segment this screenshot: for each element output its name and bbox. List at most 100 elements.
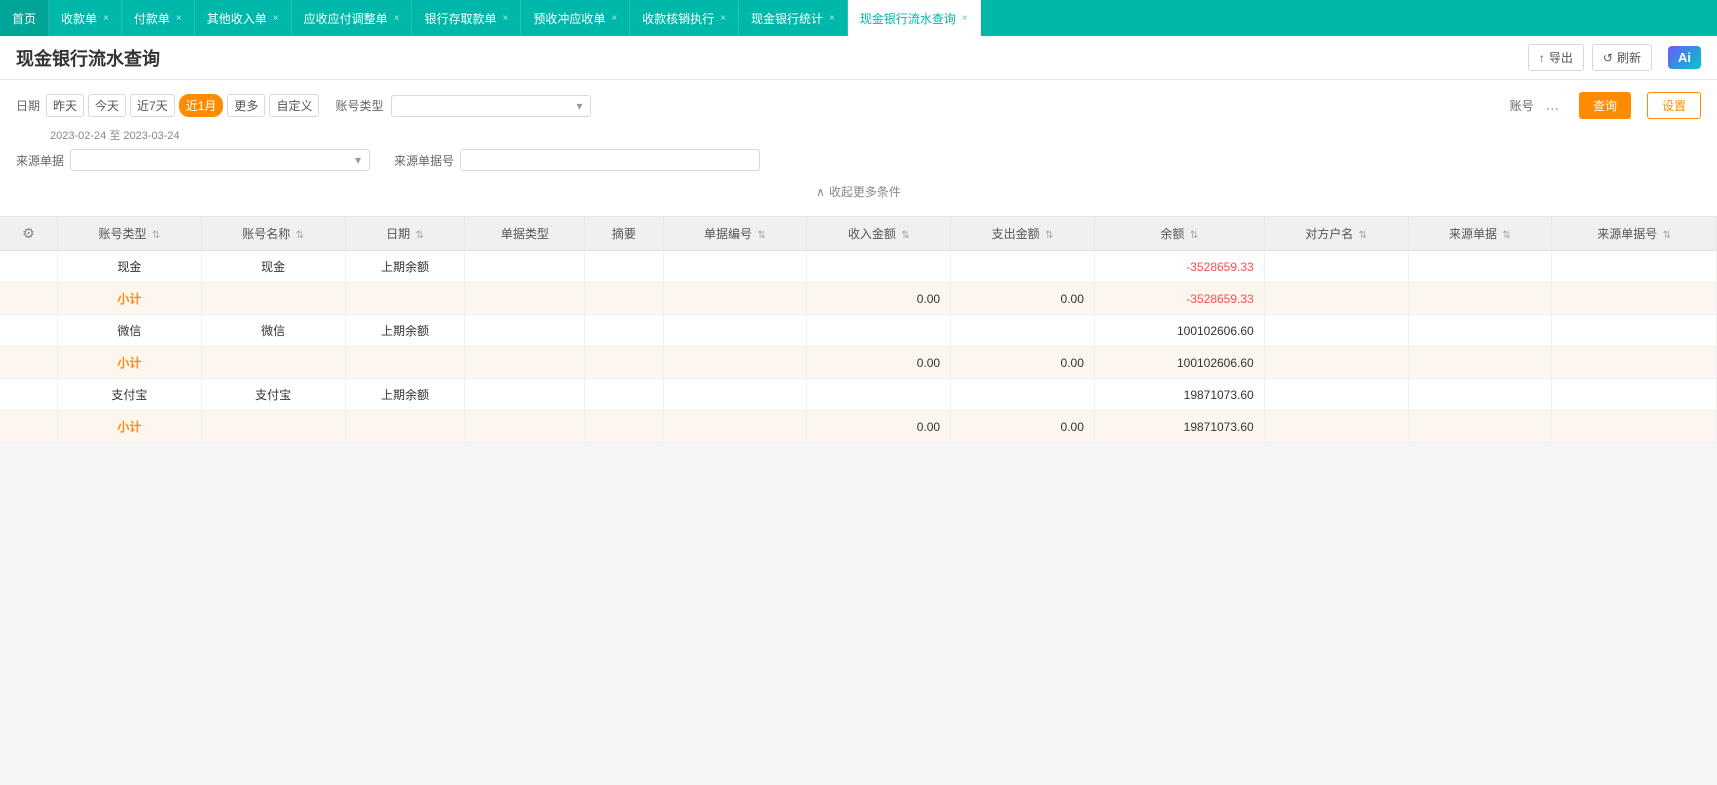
nav-receipt[interactable]: 收款单 × xyxy=(49,0,122,36)
cell-source-doc xyxy=(1408,251,1552,283)
filter-row-2: 来源单据 ▾ 来源单据号 xyxy=(16,149,1701,171)
cell-summary xyxy=(585,315,663,347)
nav-payment-label: 付款单 xyxy=(134,10,170,27)
nav-ar-ap-close[interactable]: × xyxy=(394,13,400,24)
cell-income xyxy=(807,251,951,283)
collapse-bar[interactable]: ∧ 收起更多条件 xyxy=(16,179,1701,204)
sort-icon-source-doc-no[interactable]: ⇅ xyxy=(1663,230,1671,241)
cell-source-doc xyxy=(1408,379,1552,411)
nav-cash-bank-flow[interactable]: 现金银行流水查询 × xyxy=(848,0,981,36)
cell-counterparty xyxy=(1264,411,1408,443)
cell-doc-type xyxy=(465,379,585,411)
cell-expense: 0.00 xyxy=(951,347,1095,379)
table-row[interactable]: 小计 0.00 0.00 19871073.60 xyxy=(0,411,1717,443)
sort-icon-date[interactable]: ⇅ xyxy=(415,230,423,241)
date-btn-1month[interactable]: 近1月 xyxy=(179,94,224,117)
th-balance: 余额 ⇅ xyxy=(1094,217,1264,251)
source-doc-no-input[interactable] xyxy=(460,149,760,171)
sort-icon-expense[interactable]: ⇅ xyxy=(1045,230,1053,241)
nav-other-income-close[interactable]: × xyxy=(273,13,279,24)
nav-collection-exec[interactable]: 收款核销执行 × xyxy=(630,0,739,36)
th-source-doc-label: 来源单据 xyxy=(1449,227,1497,241)
nav-cash-bank-flow-close[interactable]: × xyxy=(962,13,968,24)
cell-income xyxy=(807,379,951,411)
table-row[interactable]: 支付宝 支付宝 上期余额 19871073.60 xyxy=(0,379,1717,411)
sort-icon-account-name[interactable]: ⇅ xyxy=(296,230,304,241)
date-btn-custom[interactable]: 自定义 xyxy=(269,94,319,117)
cell-doc-no xyxy=(663,283,807,315)
page-header: 现金银行流水查询 ↑ 导出 ↺ 刷新 Ai xyxy=(0,36,1717,80)
collapse-label: 收起更多条件 xyxy=(829,183,901,200)
cell-source-doc xyxy=(1408,315,1552,347)
nav-bank-deposit-close[interactable]: × xyxy=(502,13,508,24)
sort-icon-balance[interactable]: ⇅ xyxy=(1190,230,1198,241)
sort-icon-account-type[interactable]: ⇅ xyxy=(152,230,160,241)
nav-advance-offset-close[interactable]: × xyxy=(611,13,617,24)
cell-balance: 100102606.60 xyxy=(1094,315,1264,347)
date-range-display: 2023-02-24 至 2023-03-24 xyxy=(46,127,1701,143)
query-button[interactable]: 查询 xyxy=(1579,92,1631,119)
date-btn-7days[interactable]: 近7天 xyxy=(130,94,175,117)
account-type-select[interactable]: ▾ xyxy=(391,95,591,117)
sort-icon-counterparty[interactable]: ⇅ xyxy=(1359,230,1367,241)
th-doc-no-label: 单据编号 xyxy=(704,227,752,241)
date-buttons: 昨天 今天 近7天 近1月 更多 自定义 xyxy=(46,94,319,117)
cell-date xyxy=(345,347,465,379)
date-btn-yesterday[interactable]: 昨天 xyxy=(46,94,84,117)
cell-gear xyxy=(0,251,57,283)
nav-cash-bank-stat[interactable]: 现金银行统计 × xyxy=(739,0,848,36)
nav-home[interactable]: 首页 xyxy=(0,0,49,36)
th-summary: 摘要 xyxy=(585,217,663,251)
settings-button[interactable]: 设置 xyxy=(1647,92,1701,119)
source-doc-select[interactable]: ▾ xyxy=(70,149,370,171)
nav-receipt-close[interactable]: × xyxy=(103,13,109,24)
table-gear-icon[interactable]: ⚙ xyxy=(22,225,35,241)
nav-collection-exec-close[interactable]: × xyxy=(720,13,726,24)
cell-income xyxy=(807,315,951,347)
account-no-filter: 账号 ... xyxy=(1510,97,1563,115)
table-row[interactable]: 小计 0.00 0.00 100102606.60 xyxy=(0,347,1717,379)
th-income-label: 收入金额 xyxy=(848,227,896,241)
nav-advance-offset[interactable]: 预收冲应收单 × xyxy=(521,0,630,36)
date-btn-today[interactable]: 今天 xyxy=(88,94,126,117)
cell-account-name: 支付宝 xyxy=(201,379,345,411)
nav-cash-bank-stat-close[interactable]: × xyxy=(829,13,835,24)
nav-payment-close[interactable]: × xyxy=(176,13,182,24)
refresh-button[interactable]: ↺ 刷新 xyxy=(1592,44,1652,71)
sort-icon-doc-no[interactable]: ⇅ xyxy=(757,230,765,241)
date-btn-more[interactable]: 更多 xyxy=(227,94,265,117)
refresh-icon: ↺ xyxy=(1603,51,1613,65)
th-expense-label: 支出金额 xyxy=(992,227,1040,241)
cell-account-type: 小计 xyxy=(57,411,201,443)
cell-source-doc-no xyxy=(1552,379,1717,411)
nav-payment[interactable]: 付款单 × xyxy=(122,0,195,36)
top-nav: 首页 收款单 × 付款单 × 其他收入单 × 应收应付调整单 × 银行存取款单 … xyxy=(0,0,1717,36)
export-icon: ↑ xyxy=(1539,51,1545,65)
table-row[interactable]: 小计 0.00 0.00 -3528659.33 xyxy=(0,283,1717,315)
sort-icon-income[interactable]: ⇅ xyxy=(901,230,909,241)
nav-home-label: 首页 xyxy=(12,10,36,27)
cell-counterparty xyxy=(1264,347,1408,379)
th-source-doc-no-label: 来源单据号 xyxy=(1597,227,1657,241)
nav-receipt-label: 收款单 xyxy=(61,10,97,27)
nav-bank-deposit[interactable]: 银行存取款单 × xyxy=(412,0,521,36)
cell-expense xyxy=(951,315,1095,347)
nav-other-income[interactable]: 其他收入单 × xyxy=(195,0,292,36)
cell-date: 上期余额 xyxy=(345,379,465,411)
nav-ar-ap-adjust[interactable]: 应收应付调整单 × xyxy=(292,0,413,36)
export-button[interactable]: ↑ 导出 xyxy=(1528,44,1584,71)
nav-ar-ap-label: 应收应付调整单 xyxy=(304,10,388,27)
cell-income: 0.00 xyxy=(807,411,951,443)
table-body: 现金 现金 上期余额 -3528659.33 小计 0.00 0.00 -352… xyxy=(0,251,1717,443)
cell-doc-no xyxy=(663,315,807,347)
table-row[interactable]: 微信 微信 上期余额 100102606.60 xyxy=(0,315,1717,347)
nav-bank-deposit-label: 银行存取款单 xyxy=(424,10,496,27)
table-row[interactable]: 现金 现金 上期余额 -3528659.33 xyxy=(0,251,1717,283)
sort-icon-source-doc[interactable]: ⇅ xyxy=(1502,230,1510,241)
cell-gear xyxy=(0,283,57,315)
ai-badge[interactable]: Ai xyxy=(1668,46,1701,69)
cell-date xyxy=(345,411,465,443)
th-date: 日期 ⇅ xyxy=(345,217,465,251)
account-no-dots[interactable]: ... xyxy=(1542,97,1563,115)
cell-doc-type xyxy=(465,347,585,379)
